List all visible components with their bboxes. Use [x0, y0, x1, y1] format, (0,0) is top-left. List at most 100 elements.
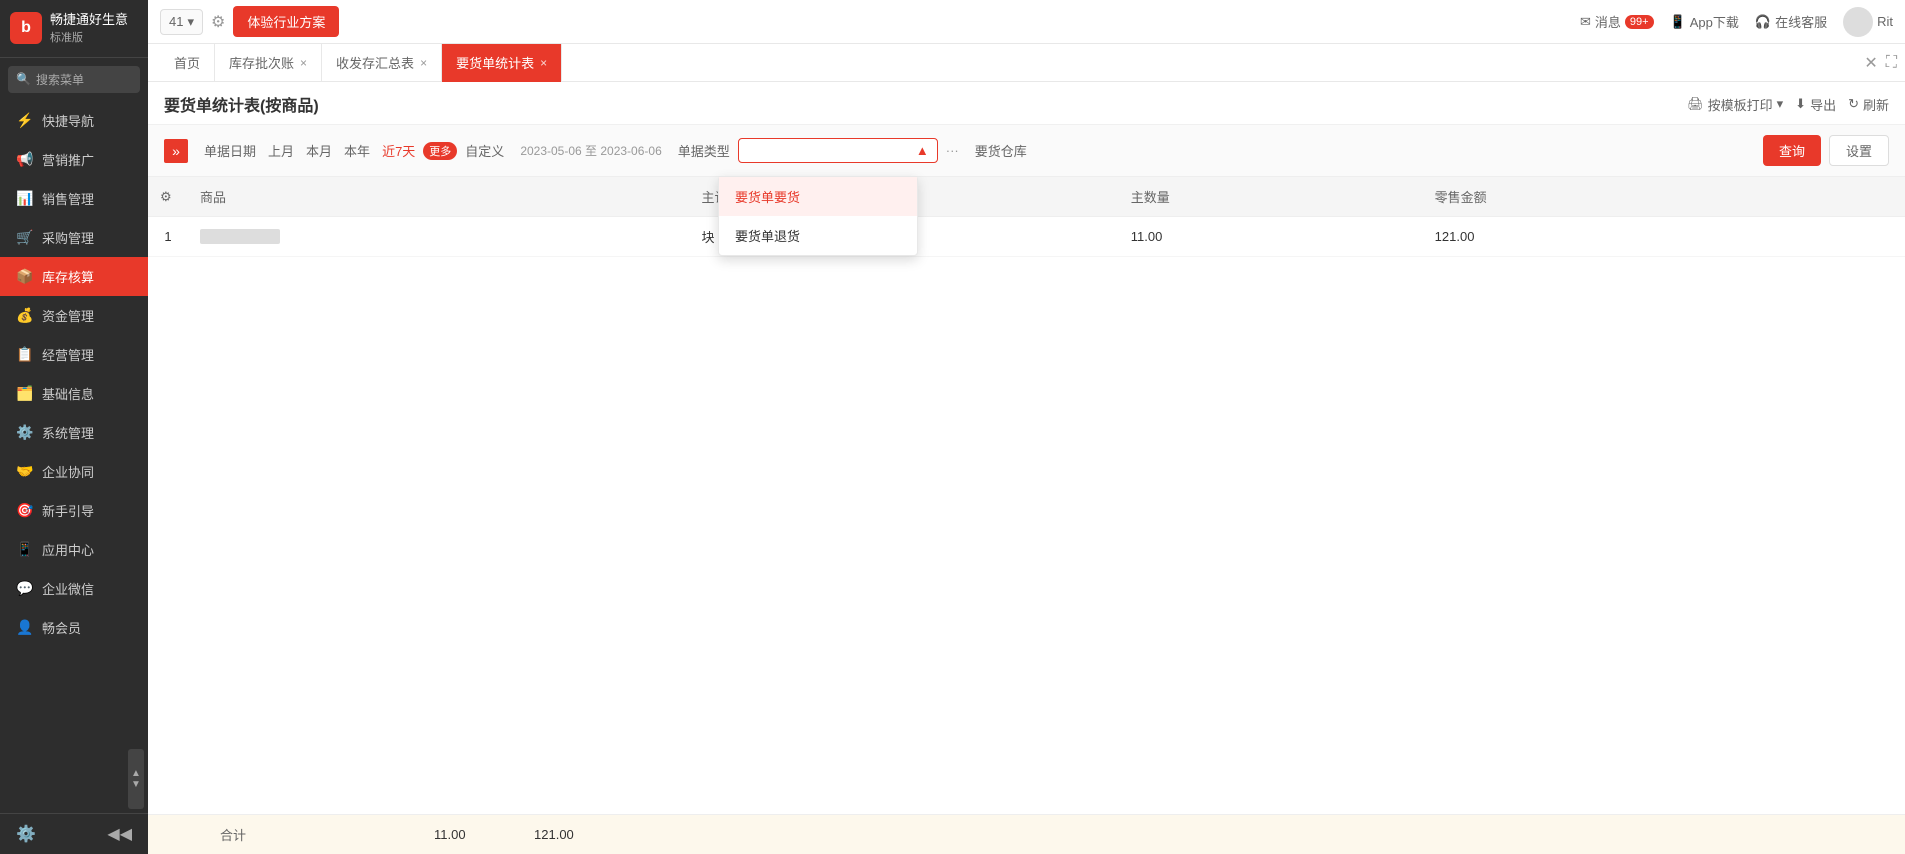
page-wrapper: 要货单统计表(按商品) 🖨 按模板打印 ▾ ⬇ 导出 ↻ 刷新: [148, 82, 1905, 854]
sidebar: b 畅捷通好生意 标准版 🔍 搜索菜单 ⚡ 快捷导航 📢 营销推广 📊 销售管理…: [0, 0, 148, 854]
tab-order-stats-close[interactable]: ×: [540, 56, 547, 70]
product-blurred: ██████: [200, 229, 280, 244]
date-filter-group: 单据日期 上月 本月 本年 近7天 更多 自定义 2023-05-06 至 20…: [204, 139, 662, 162]
sidebar-item-wechat[interactable]: 💬 企业微信: [0, 569, 148, 608]
quick-nav-icon: ⚡: [16, 112, 34, 129]
tab-order-stats[interactable]: 要货单统计表 ×: [442, 44, 562, 82]
sidebar-item-label: 库存核算: [42, 267, 94, 286]
sidebar-item-member[interactable]: 👤 畅会员: [0, 608, 148, 647]
footer-total-label: 合计: [220, 825, 246, 844]
filter-actions: 查询 设置: [1763, 135, 1889, 166]
page-actions: 🖨 按模板打印 ▾ ⬇ 导出 ↻ 刷新: [1687, 95, 1889, 114]
tab-receive-summary-label: 收发存汇总表: [336, 53, 414, 72]
enterprise-icon: 🤝: [16, 463, 34, 480]
sidebar-nav: ⚡ 快捷导航 📢 营销推广 📊 销售管理 🛒 采购管理 📦 库存核算 💰 资金管…: [0, 101, 148, 745]
date-custom[interactable]: 自定义: [461, 139, 508, 162]
sidebar-item-finance[interactable]: 💰 资金管理: [0, 296, 148, 335]
query-button[interactable]: 查询: [1763, 135, 1821, 166]
print-dropdown-icon: ▾: [1777, 96, 1784, 112]
sidebar-item-label: 新手引导: [42, 501, 94, 520]
settings-bottom-icon[interactable]: ⚙️: [16, 824, 36, 844]
tab-receive-summary[interactable]: 收发存汇总表 ×: [322, 44, 442, 82]
sidebar-item-basics[interactable]: 🗂️ 基础信息: [0, 374, 148, 413]
sidebar-item-enterprise[interactable]: 🤝 企业协同: [0, 452, 148, 491]
date-year[interactable]: 本年: [340, 139, 374, 162]
sidebar-item-label: 基础信息: [42, 384, 94, 403]
tab-inventory-batch-label: 库存批次账: [229, 53, 294, 72]
footer-qty: 11.00: [434, 827, 514, 842]
tab-home[interactable]: 首页: [160, 44, 215, 82]
sidebar-item-label: 销售管理: [42, 189, 94, 208]
type-select[interactable]: ▲: [738, 138, 938, 163]
store-dropdown-icon: ▾: [187, 14, 194, 30]
sidebar-item-operations[interactable]: 📋 经营管理: [0, 335, 148, 374]
sidebar-bottom: ⚙️ ◀◀: [0, 813, 148, 854]
col-settings[interactable]: ⚙: [148, 177, 188, 217]
sidebar-item-guide[interactable]: 🎯 新手引导: [0, 491, 148, 530]
user-avatar-item[interactable]: Rit: [1843, 7, 1893, 37]
basics-icon: 🗂️: [16, 385, 34, 402]
search-menu[interactable]: 🔍 搜索菜单: [8, 66, 140, 93]
collapse-icon[interactable]: ◀◀: [107, 824, 132, 844]
app-logo-icon: b: [10, 12, 42, 44]
warehouse-filter-label: 要货仓库: [975, 141, 1027, 160]
sidebar-item-label: 系统管理: [42, 423, 94, 442]
tabs-right: ✕ ⛶: [1864, 53, 1905, 73]
dropdown-item-order-goods[interactable]: 要货单要货: [719, 177, 917, 216]
sidebar-item-sales[interactable]: 📊 销售管理: [0, 179, 148, 218]
header-left: 41 ▾ ⚙ 体验行业方案: [160, 6, 339, 37]
headset-icon: 🎧: [1755, 14, 1771, 30]
refresh-icon: ↻: [1848, 96, 1859, 112]
date-quick-btns: 上月 本月 本年 近7天 更多 自定义: [264, 139, 508, 162]
sidebar-item-label: 畅会员: [42, 618, 81, 637]
type-filter-label: 单据类型: [678, 141, 730, 160]
tab-home-label: 首页: [174, 53, 200, 72]
guide-icon: 🎯: [16, 502, 34, 519]
dropdown-item-order-return[interactable]: 要货单退货: [719, 216, 917, 255]
settings-icon[interactable]: ⚙: [211, 12, 225, 32]
app-download-item[interactable]: 📱 App下载: [1670, 12, 1739, 31]
sidebar-item-label: 营销推广: [42, 150, 94, 169]
system-icon: ⚙️: [16, 424, 34, 441]
sidebar-item-app-center[interactable]: 📱 应用中心: [0, 530, 148, 569]
app-name: 畅捷通好生意: [50, 12, 128, 29]
store-name: 41: [169, 14, 183, 29]
online-service-label: 在线客服: [1775, 12, 1827, 31]
sidebar-item-system[interactable]: ⚙️ 系统管理: [0, 413, 148, 452]
tab-inventory-batch-close[interactable]: ×: [300, 56, 307, 70]
col-extra: [1789, 177, 1905, 217]
sidebar-item-marketing[interactable]: 📢 营销推广: [0, 140, 148, 179]
date-range-display: 2023-05-06 至 2023-06-06: [520, 142, 661, 159]
tab-expand[interactable]: ⛶: [1886, 54, 1897, 72]
type-selected-value: [747, 143, 819, 158]
sidebar-item-label: 资金管理: [42, 306, 94, 325]
sidebar-item-quick-nav[interactable]: ⚡ 快捷导航: [0, 101, 148, 140]
purchase-icon: 🛒: [16, 229, 34, 246]
date-prev-month[interactable]: 上月: [264, 139, 298, 162]
filter-more-btn[interactable]: ···: [946, 143, 959, 158]
tab-inventory-batch[interactable]: 库存批次账 ×: [215, 44, 322, 82]
filter-expand-btn[interactable]: »: [164, 139, 188, 163]
tab-order-stats-label: 要货单统计表: [456, 53, 534, 72]
sales-icon: 📊: [16, 190, 34, 207]
trial-button[interactable]: 体验行业方案: [233, 6, 339, 37]
sidebar-item-inventory[interactable]: 📦 库存核算: [0, 257, 148, 296]
export-btn[interactable]: ⬇ 导出: [1795, 95, 1836, 114]
tab-close-all[interactable]: ✕: [1864, 53, 1877, 73]
settings-button[interactable]: 设置: [1829, 135, 1889, 166]
tab-receive-summary-close[interactable]: ×: [420, 56, 427, 70]
refresh-btn[interactable]: ↻ 刷新: [1848, 95, 1889, 114]
print-btn[interactable]: 🖨 按模板打印 ▾: [1687, 95, 1783, 114]
messages-item[interactable]: ✉ 消息 99+: [1580, 12, 1654, 31]
member-icon: 👤: [16, 619, 34, 636]
date-current-month[interactable]: 本月: [302, 139, 336, 162]
sidebar-scroll-control[interactable]: ▲▼: [128, 749, 144, 809]
sidebar-item-purchase[interactable]: 🛒 采购管理: [0, 218, 148, 257]
search-icon: 🔍: [16, 72, 31, 86]
online-service-item[interactable]: 🎧 在线客服: [1755, 12, 1827, 31]
store-selector[interactable]: 41 ▾: [160, 9, 203, 35]
date-more-badge[interactable]: 更多: [423, 142, 457, 160]
table-settings-icon[interactable]: ⚙: [160, 189, 172, 204]
date-week[interactable]: 近7天: [378, 139, 419, 162]
top-header: 41 ▾ ⚙ 体验行业方案 ✉ 消息 99+ 📱 App下载 🎧 在线客服 R: [148, 0, 1905, 44]
